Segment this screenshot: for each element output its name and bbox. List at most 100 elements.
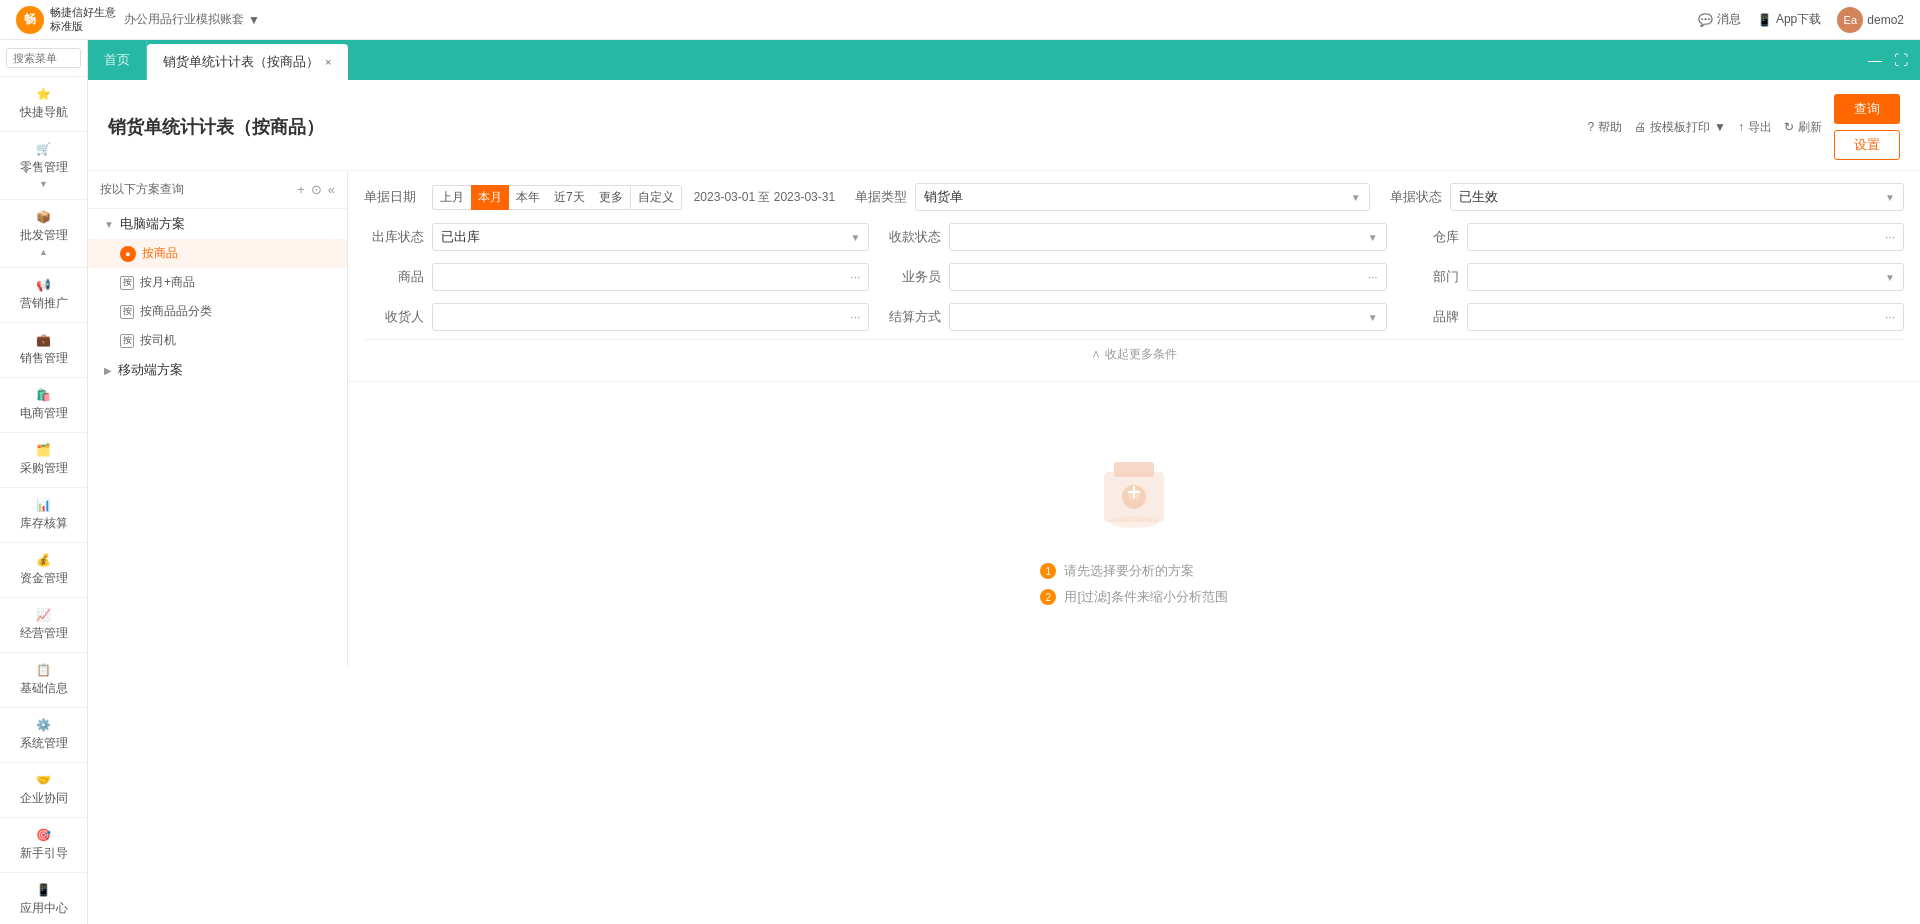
left-panel-header: 按以下方案查询 + ⊙ « (88, 171, 347, 209)
collapse-panel-btn[interactable]: « (328, 182, 335, 197)
sidebar-item-system[interactable]: ⚙️ 系统管理 (0, 708, 87, 763)
basic-icon: 📋 (36, 663, 51, 677)
sidebar-item-finance[interactable]: 💰 资金管理 (0, 543, 87, 598)
tab-close-icon[interactable]: × (325, 56, 331, 68)
date-custom-btn[interactable]: 自定义 (630, 185, 682, 210)
brand-input[interactable]: ··· (1467, 303, 1904, 331)
collect-status-input[interactable]: ▼ (949, 223, 1386, 251)
doc-status-input[interactable]: 已生效 ▼ (1450, 183, 1904, 211)
left-panel-title: 按以下方案查询 (100, 181, 184, 198)
brand-dots-icon: ··· (1885, 310, 1895, 324)
recipient-input[interactable]: ··· (432, 303, 869, 331)
help-btn[interactable]: ? 帮助 (1587, 119, 1622, 136)
tree-item-by-driver[interactable]: 按 按司机 (88, 326, 347, 355)
right-content: 单据日期 上月 本月 本年 近7天 更多 自定义 (348, 171, 1920, 666)
page-title: 销货单统计计表（按商品） (108, 115, 324, 139)
goods-input[interactable]: ··· (432, 263, 869, 291)
tree-desktop-section[interactable]: ▼ 电脑端方案 (88, 209, 347, 239)
empty-steps: 1 请先选择要分析的方案 2 用[过滤]条件来缩小分析范围 (1040, 562, 1227, 606)
doc-type-label: 单据类型 (847, 188, 907, 206)
date-this-month-btn[interactable]: 本月 (471, 185, 509, 210)
sidebar-item-marketing[interactable]: 📢 营销推广 (0, 268, 87, 323)
sidebar-item-sales[interactable]: 💼 销售管理 (0, 323, 87, 378)
salesperson-label: 业务员 (881, 268, 941, 286)
add-scheme-btn[interactable]: + (297, 182, 305, 197)
date-filter: 单据日期 上月 本月 本年 近7天 更多 自定义 (364, 185, 835, 210)
expand-icon: ▼ (39, 179, 48, 189)
goods-filter: 商品 ··· (364, 263, 869, 291)
user-menu[interactable]: Ea demo2 (1837, 7, 1904, 33)
brand-filter: 品牌 ··· (1399, 303, 1904, 331)
message-btn[interactable]: 💬 消息 (1698, 11, 1741, 28)
warehouse-label: 仓库 (1399, 228, 1459, 246)
date-more-btn[interactable]: 更多 (592, 185, 630, 210)
settle-input[interactable]: ▼ (949, 303, 1386, 331)
date-this-year-btn[interactable]: 本年 (509, 185, 547, 210)
quicknav-icon: ⭐ (36, 87, 51, 101)
print-btn[interactable]: 🖨 按模板打印 ▼ (1634, 119, 1726, 136)
sidebar-item-basic[interactable]: 📋 基础信息 (0, 653, 87, 708)
tab-minimize-btn[interactable]: — (1864, 48, 1886, 72)
sidebar-item-cooperation[interactable]: 🤝 企业协同 (0, 763, 87, 818)
sidebar-item-purchase[interactable]: 🗂️ 采购管理 (0, 433, 87, 488)
doc-type-input[interactable]: 销货单 ▼ (915, 183, 1369, 211)
salesperson-filter: 业务员 ··· (881, 263, 1386, 291)
query-button[interactable]: 查询 (1834, 94, 1900, 124)
date-range-display: 2023-03-01 至 2023-03-31 (694, 189, 835, 206)
tab-home[interactable]: 首页 (88, 40, 147, 80)
sidebar-item-wholesale[interactable]: 📦 批发管理 ▲ (0, 200, 87, 268)
tree-item-by-goods[interactable]: ● 按商品 (88, 239, 347, 268)
date-prev-month-btn[interactable]: 上月 (432, 185, 471, 210)
step-num-1: 1 (1040, 563, 1056, 579)
left-panel: 按以下方案查询 + ⊙ « ▼ 电脑端方案 (88, 171, 348, 666)
settings-button[interactable]: 设置 (1834, 130, 1900, 160)
sidebar-item-guide[interactable]: 🎯 新手引导 (0, 818, 87, 873)
sidebar-item-appcenter[interactable]: 📱 应用中心 (0, 873, 87, 924)
system-icon: ⚙️ (36, 718, 51, 732)
collapse-conditions-btn[interactable]: ∧ 收起更多条件 (364, 339, 1904, 369)
industry-selector[interactable]: 办公用品行业模拟账套 ▼ (124, 11, 260, 28)
message-icon: 💬 (1698, 13, 1713, 27)
tree-item-sq-icon: 按 (120, 276, 134, 290)
app-download-btn[interactable]: 📱 App下载 (1757, 11, 1821, 28)
sidebar-item-retail[interactable]: 🛒 零售管理 ▼ (0, 132, 87, 200)
top-bar-right: 💬 消息 📱 App下载 Ea demo2 (1698, 7, 1904, 33)
sidebar-item-inventory[interactable]: 📊 库存核算 (0, 488, 87, 543)
main-split: 按以下方案查询 + ⊙ « ▼ 电脑端方案 (88, 171, 1920, 666)
export-btn[interactable]: ↑ 导出 (1738, 119, 1772, 136)
doc-type-value: 销货单 (924, 188, 963, 206)
out-status-filter: 出库状态 已出库 ▼ (364, 223, 869, 251)
tab-active[interactable]: 销货单统计计表（按商品） × (147, 44, 348, 80)
sidebar-item-quicknav[interactable]: ⭐ 快捷导航 (0, 77, 87, 132)
tree-item-by-category[interactable]: 按 按商品品分类 (88, 297, 347, 326)
tab-maximize-btn[interactable]: ⛶ (1890, 48, 1912, 72)
collect-status-dropdown-icon: ▼ (1368, 232, 1378, 243)
expand-icon: ▲ (39, 247, 48, 257)
avatar: Ea (1837, 7, 1863, 33)
salesperson-input[interactable]: ··· (949, 263, 1386, 291)
warehouse-input[interactable]: ··· (1467, 223, 1904, 251)
refresh-icon: ↻ (1784, 120, 1794, 134)
refresh-btn[interactable]: ↻ 刷新 (1784, 119, 1822, 136)
sidebar-item-ecommerce[interactable]: 🛍️ 电商管理 (0, 378, 87, 433)
retail-icon: 🛒 (36, 142, 51, 156)
date-btn-group: 上月 本月 本年 近7天 更多 自定义 (432, 185, 682, 210)
sidebar-item-management[interactable]: 📈 经营管理 (0, 598, 87, 653)
btn-group: 查询 设置 (1834, 94, 1900, 160)
doc-status-filter: 单据状态 已生效 ▼ (1382, 183, 1904, 211)
svg-rect-1 (1114, 462, 1154, 477)
dept-input[interactable]: ▼ (1467, 263, 1904, 291)
out-status-dropdown-icon: ▼ (850, 232, 860, 243)
tree-mobile-section[interactable]: ▶ 移动端方案 (88, 355, 347, 385)
search-input[interactable] (6, 48, 81, 68)
out-status-input[interactable]: 已出库 ▼ (432, 223, 869, 251)
tree-item-sq-icon3: 按 (120, 334, 134, 348)
sidebar-search-area (0, 40, 87, 77)
filter-section: 单据日期 上月 本月 本年 近7天 更多 自定义 (348, 171, 1920, 382)
warehouse-dots-icon: ··· (1885, 230, 1895, 244)
logo-text: 畅捷信好生意 标准版 (50, 6, 116, 32)
step-num-2: 2 (1040, 589, 1056, 605)
date-7days-btn[interactable]: 近7天 (547, 185, 592, 210)
scheme-settings-btn[interactable]: ⊙ (311, 182, 322, 197)
tree-item-by-month-goods[interactable]: 按 按月+商品 (88, 268, 347, 297)
